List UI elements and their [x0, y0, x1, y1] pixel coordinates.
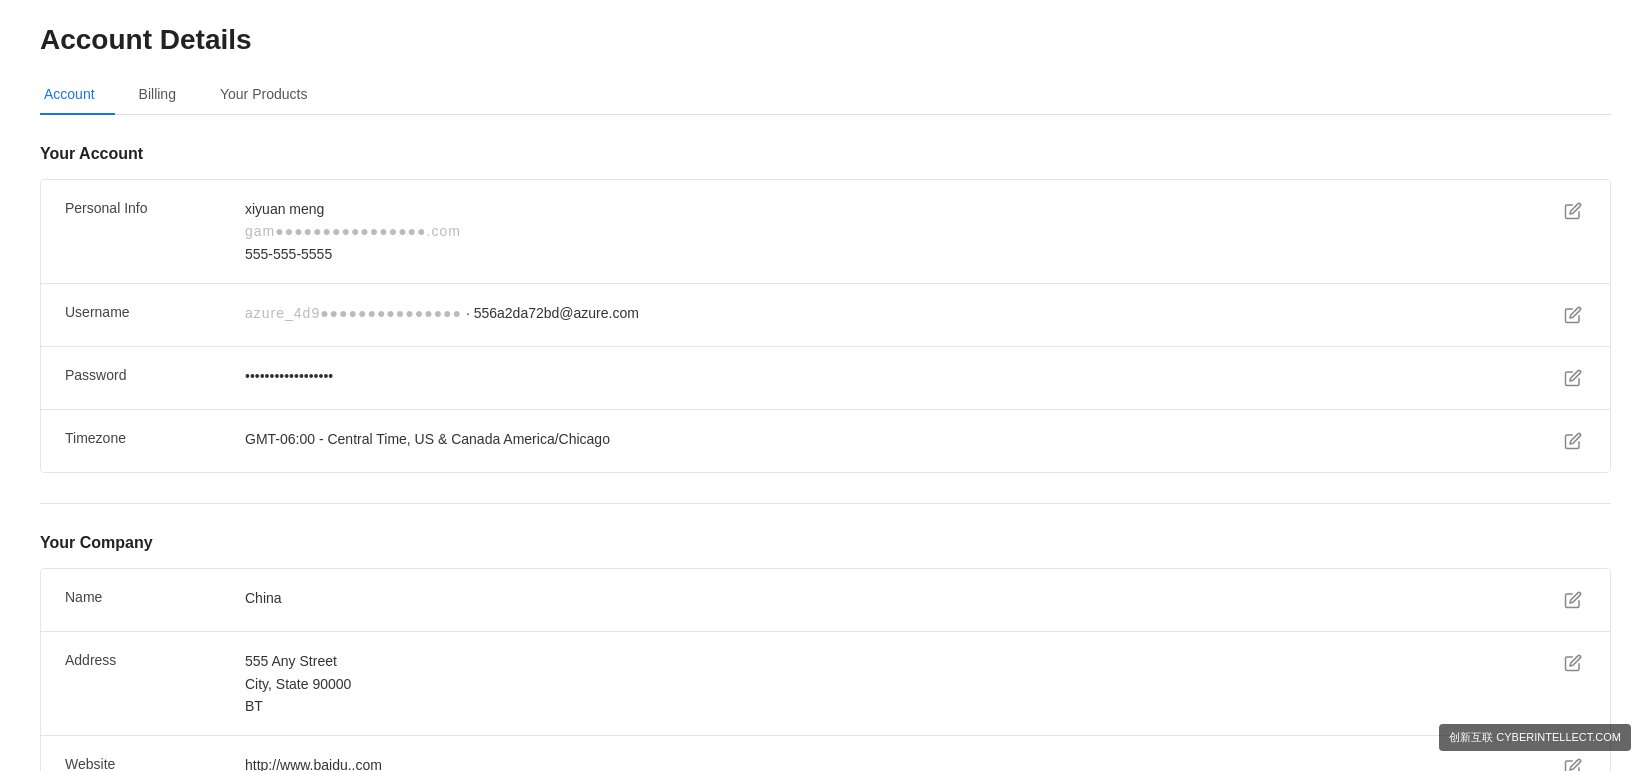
company-website-label: Website — [65, 754, 245, 771]
timezone-edit-button[interactable] — [1560, 428, 1586, 454]
tab-billing[interactable]: Billing — [135, 76, 196, 114]
company-address-label: Address — [65, 650, 245, 668]
tabs-nav: Account Billing Your Products — [40, 76, 1611, 115]
company-website-row: Website http://www.baidu..com — [41, 736, 1610, 771]
tab-your-products[interactable]: Your Products — [216, 76, 327, 114]
timezone-text: GMT-06:00 - Central Time, US & Canada Am… — [245, 428, 1544, 450]
edit-icon — [1564, 654, 1582, 672]
edit-icon — [1564, 202, 1582, 220]
company-address-value: 555 Any Street City, State 90000 BT — [245, 650, 1544, 717]
personal-info-phone: 555-555-5555 — [245, 243, 1544, 265]
username-row: Username azure_4d9●●●●●●●●●●●●●●● · 556a… — [41, 284, 1610, 347]
your-account-card: Personal Info xiyuan meng gam●●●●●●●●●●●… — [40, 179, 1611, 473]
password-row: Password •••••••••••••••••• — [41, 347, 1610, 410]
edit-icon — [1564, 306, 1582, 324]
section-divider — [40, 503, 1611, 504]
personal-info-row: Personal Info xiyuan meng gam●●●●●●●●●●●… — [41, 180, 1610, 284]
company-address-line1: 555 Any Street — [245, 650, 1544, 672]
edit-icon — [1564, 369, 1582, 387]
company-website-value: http://www.baidu..com — [245, 754, 1544, 771]
page-title: Account Details — [40, 24, 1611, 56]
timezone-value: GMT-06:00 - Central Time, US & Canada Am… — [245, 428, 1544, 450]
edit-icon — [1564, 591, 1582, 609]
company-name-row: Name China — [41, 569, 1610, 632]
timezone-label: Timezone — [65, 428, 245, 446]
company-name-label: Name — [65, 587, 245, 605]
company-address-edit-button[interactable] — [1560, 650, 1586, 676]
company-address-row: Address 555 Any Street City, State 90000… — [41, 632, 1610, 736]
personal-info-email: gam●●●●●●●●●●●●●●●●.com — [245, 220, 1544, 242]
page-container: Account Details Account Billing Your Pro… — [0, 0, 1651, 771]
personal-info-edit-button[interactable] — [1560, 198, 1586, 224]
your-account-title: Your Account — [40, 145, 1611, 163]
username-text: azure_4d9●●●●●●●●●●●●●●● · 556a2da72bd@a… — [245, 302, 1544, 324]
company-name-text: China — [245, 587, 1544, 609]
personal-info-label: Personal Info — [65, 198, 245, 216]
password-label: Password — [65, 365, 245, 383]
username-value: azure_4d9●●●●●●●●●●●●●●● · 556a2da72bd@a… — [245, 302, 1544, 324]
password-edit-button[interactable] — [1560, 365, 1586, 391]
edit-icon — [1564, 758, 1582, 771]
password-dots: •••••••••••••••••• — [245, 365, 1544, 387]
company-website-text: http://www.baidu..com — [245, 754, 1544, 771]
your-company-title: Your Company — [40, 534, 1611, 552]
personal-info-value: xiyuan meng gam●●●●●●●●●●●●●●●●.com 555-… — [245, 198, 1544, 265]
edit-icon — [1564, 432, 1582, 450]
company-name-edit-button[interactable] — [1560, 587, 1586, 613]
company-address-line2: City, State 90000 — [245, 673, 1544, 695]
personal-info-name: xiyuan meng — [245, 198, 1544, 220]
company-website-edit-button[interactable] — [1560, 754, 1586, 771]
username-edit-button[interactable] — [1560, 302, 1586, 328]
company-address-line3: BT — [245, 695, 1544, 717]
username-label: Username — [65, 302, 245, 320]
company-name-value: China — [245, 587, 1544, 609]
tab-account[interactable]: Account — [40, 76, 115, 114]
timezone-row: Timezone GMT-06:00 - Central Time, US & … — [41, 410, 1610, 472]
password-value: •••••••••••••••••• — [245, 365, 1544, 387]
your-company-card: Name China Address 555 Any Street City, … — [40, 568, 1611, 771]
